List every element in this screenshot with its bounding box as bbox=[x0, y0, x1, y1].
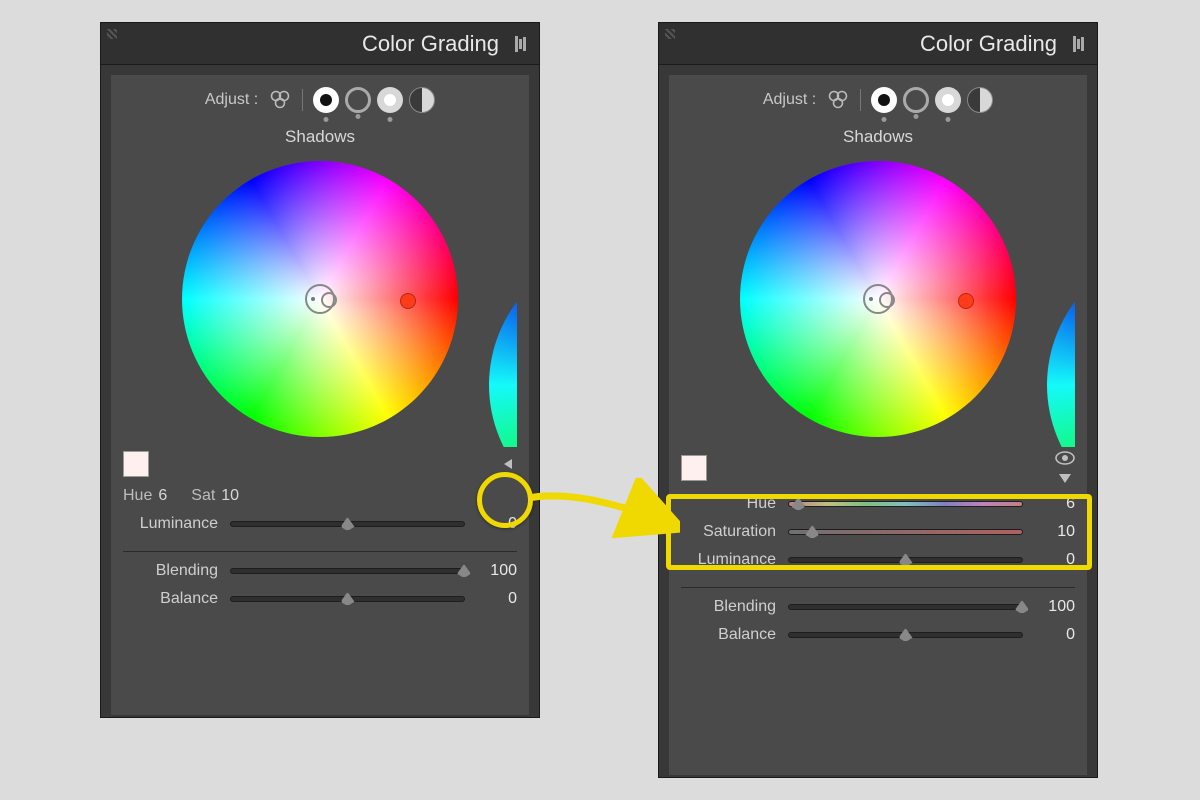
blending-slider[interactable] bbox=[788, 604, 1023, 610]
wheel-section-label: Shadows bbox=[681, 127, 1075, 147]
adjust-mode-row: Adjust : bbox=[681, 87, 1075, 113]
panel-header: Color Grading bbox=[659, 23, 1097, 65]
mode-global-icon[interactable] bbox=[967, 87, 993, 113]
mode-highlights-icon[interactable] bbox=[377, 87, 403, 113]
panel-grip-icon[interactable] bbox=[107, 29, 117, 39]
adjust-label: Adjust : bbox=[763, 91, 816, 109]
luminance-label: Luminance bbox=[123, 515, 218, 533]
wheel-section-label: Shadows bbox=[123, 127, 517, 147]
luminance-slider[interactable] bbox=[230, 521, 465, 527]
panel-grip-icon[interactable] bbox=[665, 29, 675, 39]
balance-slider-row: Balance 0 bbox=[681, 626, 1075, 644]
color-grading-panel-collapsed: Color Grading Adjust : bbox=[100, 22, 540, 718]
preview-eye-icon[interactable] bbox=[1055, 451, 1075, 465]
annotation-arrow-icon bbox=[520, 478, 680, 558]
hue-value[interactable]: 6 bbox=[158, 487, 167, 504]
luminance-slider-row: Luminance 0 bbox=[123, 515, 517, 533]
panel-title: Color Grading bbox=[362, 31, 499, 57]
mode-midtones-icon[interactable] bbox=[903, 87, 929, 113]
sat-value[interactable]: 10 bbox=[221, 487, 239, 504]
collapse-sliders-triangle-icon[interactable] bbox=[1057, 471, 1073, 485]
hue-label: Hue bbox=[123, 487, 152, 504]
compact-hue-sat-readout: Hue 6 Sat 10 bbox=[123, 487, 517, 505]
balance-label: Balance bbox=[123, 590, 218, 608]
annotation-highlight-box bbox=[666, 494, 1092, 570]
wheel-center-icon bbox=[305, 284, 335, 314]
panel-title: Color Grading bbox=[920, 31, 1057, 57]
mode-midtones-icon[interactable] bbox=[345, 87, 371, 113]
panel-header: Color Grading bbox=[101, 23, 539, 65]
wheel-picker-handle[interactable] bbox=[958, 293, 974, 309]
annotation-circle bbox=[477, 472, 533, 528]
mode-shadows-icon[interactable] bbox=[313, 87, 339, 113]
mode-three-way-icon[interactable] bbox=[268, 88, 292, 112]
blending-slider-row: Blending 100 bbox=[123, 562, 517, 580]
balance-value[interactable]: 0 bbox=[477, 590, 517, 608]
mode-shadows-icon[interactable] bbox=[871, 87, 897, 113]
adjust-label: Adjust : bbox=[205, 91, 258, 109]
shadows-color-wheel[interactable] bbox=[182, 161, 458, 437]
balance-value[interactable]: 0 bbox=[1035, 626, 1075, 644]
blending-slider-row: Blending 100 bbox=[681, 598, 1075, 616]
blending-label: Blending bbox=[681, 598, 776, 616]
color-grading-panel-expanded: Color Grading Adjust : bbox=[658, 22, 1098, 778]
adjacent-wheel-peek[interactable] bbox=[1047, 247, 1075, 447]
mode-highlights-icon[interactable] bbox=[935, 87, 961, 113]
color-swatch[interactable] bbox=[123, 451, 149, 477]
mode-three-way-icon[interactable] bbox=[826, 88, 850, 112]
wheel-picker-handle[interactable] bbox=[400, 293, 416, 309]
color-swatch[interactable] bbox=[681, 455, 707, 481]
adjust-mode-row: Adjust : bbox=[123, 87, 517, 113]
wheel-center-icon bbox=[863, 284, 893, 314]
blending-slider[interactable] bbox=[230, 568, 465, 574]
color-wheel-area bbox=[681, 157, 1075, 447]
balance-slider[interactable] bbox=[230, 596, 465, 602]
balance-slider[interactable] bbox=[788, 632, 1023, 638]
shadows-color-wheel[interactable] bbox=[740, 161, 1016, 437]
color-wheel-area bbox=[123, 157, 517, 447]
panel-switch-icon[interactable] bbox=[513, 34, 527, 54]
balance-slider-row: Balance 0 bbox=[123, 590, 517, 608]
panel-switch-icon[interactable] bbox=[1071, 34, 1085, 54]
adjacent-wheel-peek[interactable] bbox=[489, 247, 517, 447]
blending-label: Blending bbox=[123, 562, 218, 580]
sat-label: Sat bbox=[191, 487, 215, 504]
mode-global-icon[interactable] bbox=[409, 87, 435, 113]
expand-sliders-triangle-icon[interactable] bbox=[501, 456, 517, 472]
balance-label: Balance bbox=[681, 626, 776, 644]
blending-value[interactable]: 100 bbox=[477, 562, 517, 580]
blending-value[interactable]: 100 bbox=[1035, 598, 1075, 616]
